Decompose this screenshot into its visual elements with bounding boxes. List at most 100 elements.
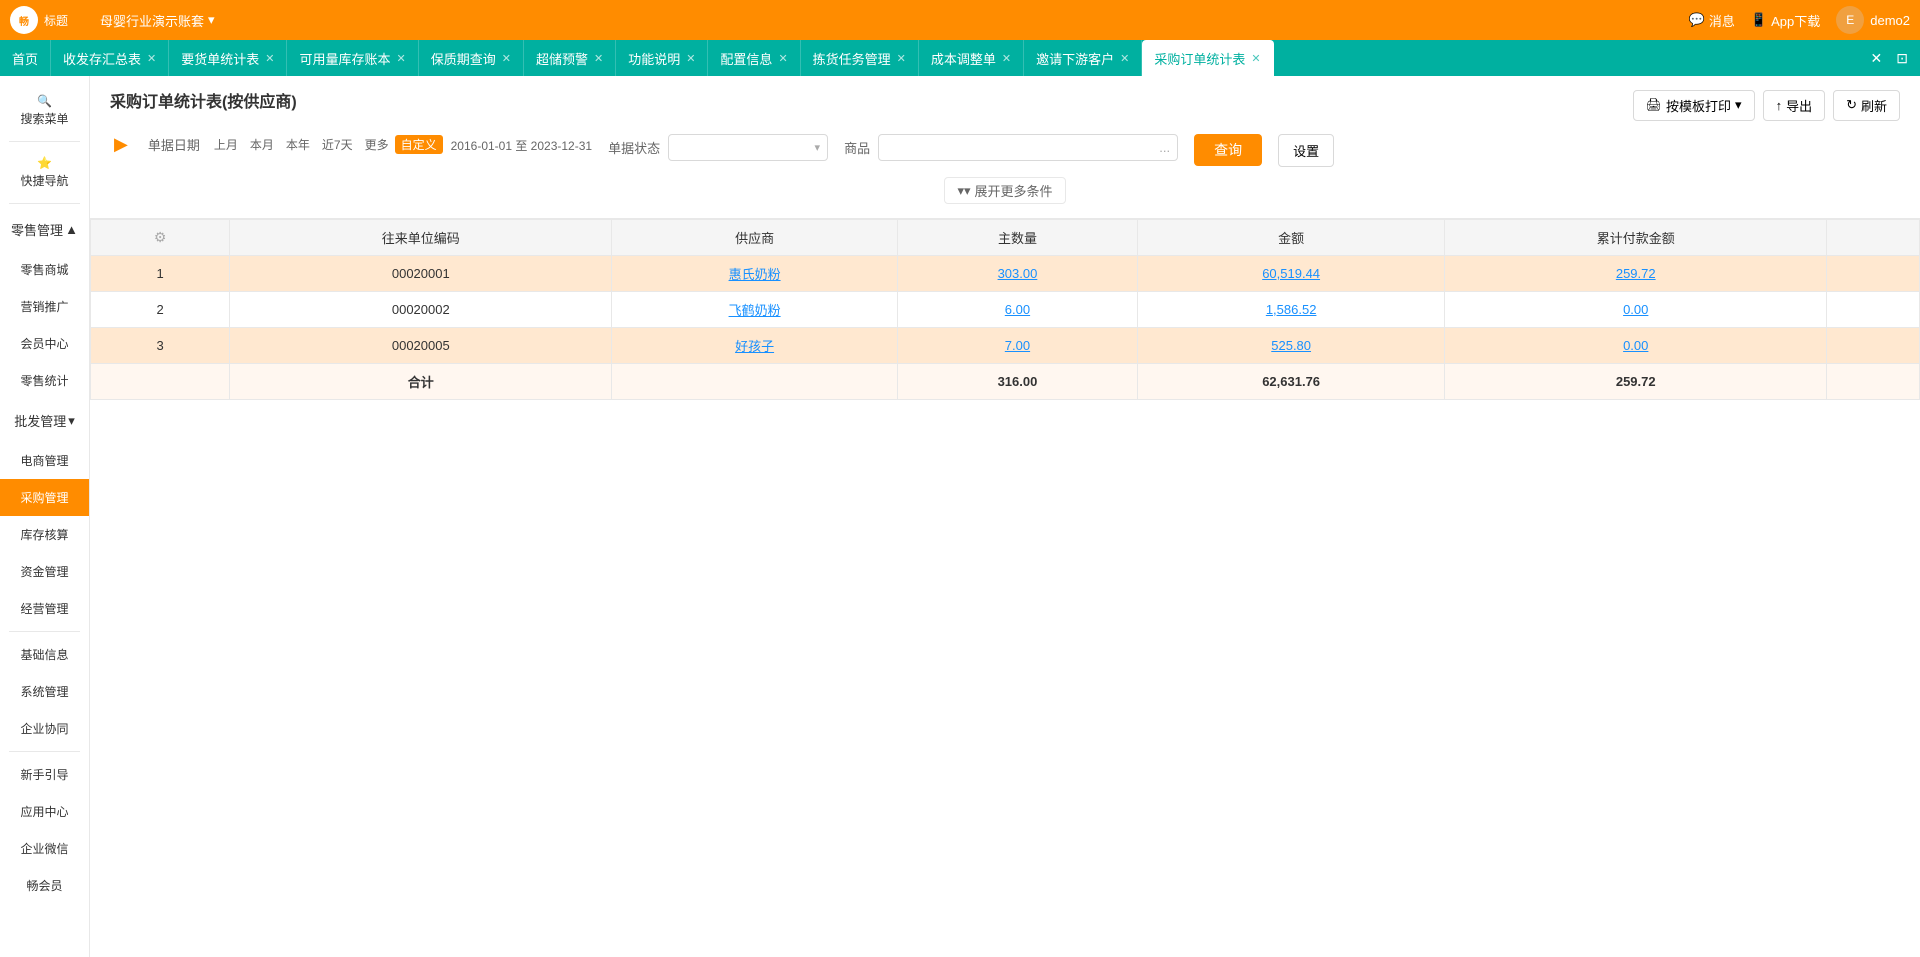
tab-expiry-query-close-icon[interactable]: ✕ <box>502 52 511 65</box>
date-7days-btn[interactable]: 近7天 <box>316 134 359 155</box>
tab-receive-summary[interactable]: 收发存汇总表 ✕ <box>51 40 169 76</box>
tab-overstock[interactable]: 超储预警 ✕ <box>524 40 616 76</box>
query-button[interactable]: 查询 <box>1194 134 1262 166</box>
print-button[interactable]: 🖨 按模板打印 ▾ <box>1633 90 1755 121</box>
sidebar-item-inventory-check[interactable]: 库存核算 <box>0 516 89 553</box>
export-button[interactable]: ↑ 导出 <box>1763 90 1826 121</box>
sidebar-item-operations-mgmt[interactable]: 经营管理 <box>0 590 89 627</box>
tab-function-desc-close-icon[interactable]: ✕ <box>686 52 695 65</box>
date-more-btn[interactable]: 更多 <box>359 134 395 155</box>
sidebar-item-quick-nav[interactable]: ⭐ 快捷导航 <box>0 146 89 199</box>
sidebar-item-marketing[interactable]: 营销推广 <box>0 288 89 325</box>
workspace-selector[interactable]: 母婴行业演示账套 ▾ <box>100 11 1689 30</box>
sidebar-purchase-mgmt-label: 采购管理 <box>20 489 68 506</box>
tab-function-desc-label: 功能说明 <box>628 49 680 68</box>
app-download-button[interactable]: 📱 App下载 <box>1751 11 1820 30</box>
row-2-seq: 2 <box>91 292 230 328</box>
tab-pick-task-close-icon[interactable]: ✕ <box>897 52 906 65</box>
user-avatar[interactable]: E demo2 <box>1836 6 1910 34</box>
tab-restore-button[interactable]: ⊡ <box>1890 48 1914 69</box>
sidebar-item-enterprise-collab[interactable]: 企业协同 <box>0 710 89 747</box>
sidebar-item-retail-mgmt[interactable]: 零售管理 ▲ <box>0 208 89 251</box>
top-bar-right: 💬 消息 📱 App下载 E demo2 <box>1689 6 1910 34</box>
tab-config-info-close-icon[interactable]: ✕ <box>778 52 787 65</box>
tab-invite-downstream[interactable]: 邀请下游客户 ✕ <box>1024 40 1142 76</box>
row-2-supplier-link[interactable]: 飞鹤奶粉 <box>729 303 781 318</box>
tab-home[interactable]: 首页 <box>0 40 51 76</box>
message-button[interactable]: 💬 消息 <box>1689 11 1735 30</box>
tab-expiry-query[interactable]: 保质期查询 ✕ <box>419 40 524 76</box>
row-2-amount-link[interactable]: 1,586.52 <box>1266 302 1317 317</box>
sidebar-member-center-label: 会员中心 <box>20 335 68 352</box>
date-custom-badge[interactable]: 自定义 <box>395 135 443 154</box>
sidebar-item-new-guide[interactable]: 新手引导 <box>0 756 89 793</box>
sidebar-divider-1 <box>9 141 80 142</box>
sidebar-item-wholesale-mgmt[interactable]: 批发管理 ▾ <box>0 399 89 442</box>
sidebar-item-basic-info[interactable]: 基础信息 <box>0 636 89 673</box>
row-2-paid-link[interactable]: 0.00 <box>1623 302 1648 317</box>
row-1-qty-link[interactable]: 303.00 <box>998 266 1038 281</box>
tab-available-stock[interactable]: 可用量库存账本 ✕ <box>287 40 418 76</box>
tab-receive-summary-close-icon[interactable]: ✕ <box>147 52 156 65</box>
row-3-supplier-link[interactable]: 好孩子 <box>735 339 774 354</box>
sidebar-item-enterprise-wechat[interactable]: 企业微信 <box>0 830 89 867</box>
row-1-supplier-link[interactable]: 惠氏奶粉 <box>729 267 781 282</box>
tab-invite-downstream-close-icon[interactable]: ✕ <box>1120 52 1129 65</box>
tab-pick-task[interactable]: 拣货任务管理 ✕ <box>801 40 919 76</box>
sidebar-item-ecommerce-mgmt[interactable]: 电商管理 <box>0 442 89 479</box>
sidebar-item-member-center[interactable]: 会员中心 <box>0 325 89 362</box>
date-filter-col: 单据日期 上月 本月 本年 近7天 更多 自定义 2016-01-01 至 20… <box>148 134 592 155</box>
goods-filter-col: 商品 ... <box>844 134 1178 161</box>
sidebar-inventory-check-label: 库存核算 <box>20 526 68 543</box>
row-3-extra <box>1827 328 1920 364</box>
tab-close-all-button[interactable]: ✕ <box>1865 48 1889 69</box>
tab-order-summary-label: 要货单统计表 <box>181 49 259 68</box>
refresh-button[interactable]: ↻ 刷新 <box>1833 90 1900 121</box>
status-select[interactable] <box>668 134 828 161</box>
expand-more-button[interactable]: ▾▾ 展开更多条件 <box>944 177 1065 204</box>
row-2-qty-link[interactable]: 6.00 <box>1005 302 1030 317</box>
tab-function-desc[interactable]: 功能说明 ✕ <box>616 40 708 76</box>
filter-expand-toggle[interactable]: ▶ <box>110 134 132 155</box>
sidebar-item-system-mgmt[interactable]: 系统管理 <box>0 673 89 710</box>
tab-order-summary[interactable]: 要货单统计表 ✕ <box>169 40 287 76</box>
sidebar-divider-2 <box>9 203 80 204</box>
tab-cost-adjust-close-icon[interactable]: ✕ <box>1002 52 1011 65</box>
sidebar-item-app-center[interactable]: 应用中心 <box>0 793 89 830</box>
tab-order-summary-close-icon[interactable]: ✕ <box>265 52 274 65</box>
table-body: 1 00020001 惠氏奶粉 303.00 60,519.44 259.72 <box>91 256 1920 364</box>
footer-empty <box>91 364 230 400</box>
row-3-qty-link[interactable]: 7.00 <box>1005 338 1030 353</box>
tab-purchase-summary-close-icon[interactable]: ✕ <box>1251 52 1260 65</box>
tab-window-controls: ✕ ⊡ <box>1865 48 1920 69</box>
sidebar-divider-4 <box>9 751 80 752</box>
tab-cost-adjust[interactable]: 成本调整单 ✕ <box>919 40 1024 76</box>
tab-available-stock-close-icon[interactable]: ✕ <box>397 52 406 65</box>
goods-input[interactable] <box>878 134 1178 161</box>
sidebar-item-retail-stats[interactable]: 零售统计 <box>0 362 89 399</box>
row-2-unit-code: 00020002 <box>230 292 612 328</box>
app-download-label: App下载 <box>1771 11 1820 30</box>
date-this-year-btn[interactable]: 本年 <box>280 134 316 155</box>
settings-col-icon[interactable]: ⚙ <box>154 229 167 245</box>
settings-button[interactable]: 设置 <box>1278 134 1334 167</box>
row-3-amount-link[interactable]: 525.80 <box>1271 338 1311 353</box>
workspace-arrow-icon: ▾ <box>208 12 215 28</box>
tab-purchase-summary[interactable]: 采购订单统计表 ✕ <box>1142 40 1273 76</box>
table-container: ⚙ 往来单位编码 供应商 主数量 金额 累计付款金额 1 00020001 <box>90 219 1920 957</box>
sidebar-item-purchase-mgmt[interactable]: 采购管理 <box>0 479 89 516</box>
row-1-paid-link[interactable]: 259.72 <box>1616 266 1656 281</box>
footer-extra <box>1827 364 1920 400</box>
sidebar-item-search[interactable]: 🔍 搜索菜单 <box>0 84 89 137</box>
row-3-paid-link[interactable]: 0.00 <box>1623 338 1648 353</box>
row-2-amount: 1,586.52 <box>1138 292 1445 328</box>
sidebar-item-member[interactable]: 畅会员 <box>0 867 89 904</box>
row-1-amount-link[interactable]: 60,519.44 <box>1262 266 1320 281</box>
tab-overstock-close-icon[interactable]: ✕ <box>594 52 603 65</box>
tab-bar: 首页 收发存汇总表 ✕ 要货单统计表 ✕ 可用量库存账本 ✕ 保质期查询 ✕ 超… <box>0 40 1920 76</box>
date-last-month-btn[interactable]: 上月 <box>208 134 244 155</box>
sidebar-item-finance-mgmt[interactable]: 资金管理 <box>0 553 89 590</box>
date-this-month-btn[interactable]: 本月 <box>244 134 280 155</box>
tab-config-info[interactable]: 配置信息 ✕ <box>708 40 800 76</box>
sidebar-item-retail-store[interactable]: 零售商城 <box>0 251 89 288</box>
